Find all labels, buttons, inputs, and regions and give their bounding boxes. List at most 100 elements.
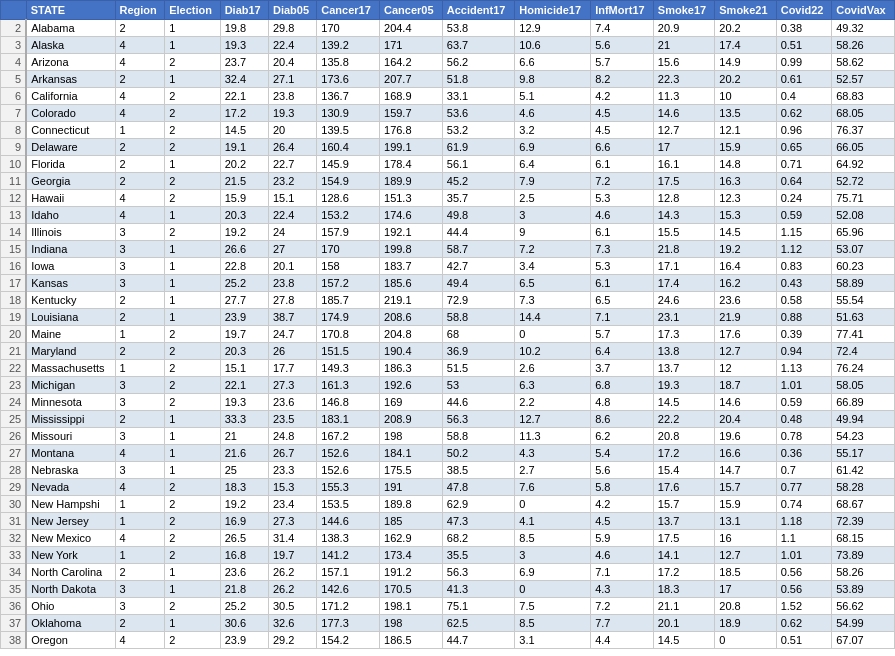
data-cell: 5.1 xyxy=(515,88,591,105)
data-cell: 155.3 xyxy=(317,479,380,496)
data-cell: 19.3 xyxy=(268,105,316,122)
data-cell: 2 xyxy=(165,326,221,343)
column-header-6[interactable]: Cancer17 xyxy=(317,1,380,20)
data-cell: 7.5 xyxy=(515,598,591,615)
data-cell: 3.4 xyxy=(515,258,591,275)
column-header-5[interactable]: Diab05 xyxy=(268,1,316,20)
data-cell: 35.7 xyxy=(442,190,515,207)
state-name: Nevada xyxy=(26,479,115,496)
column-header-13[interactable]: Covid22 xyxy=(776,1,832,20)
data-cell: 16.8 xyxy=(220,547,268,564)
state-name: Alaska xyxy=(26,37,115,54)
data-cell: 189.8 xyxy=(380,496,443,513)
data-cell: 6.5 xyxy=(515,275,591,292)
data-cell: 15.1 xyxy=(268,190,316,207)
data-cell: 26 xyxy=(268,343,316,360)
data-cell: 4.1 xyxy=(515,513,591,530)
data-cell: 2 xyxy=(165,343,221,360)
data-cell: 7.1 xyxy=(591,564,654,581)
data-cell: 68.2 xyxy=(442,530,515,547)
data-cell: 17.5 xyxy=(653,173,714,190)
data-cell: 0.43 xyxy=(776,275,832,292)
data-cell: 5.6 xyxy=(591,37,654,54)
data-cell: 27.3 xyxy=(268,513,316,530)
data-cell: 149.3 xyxy=(317,360,380,377)
data-cell: 183.1 xyxy=(317,411,380,428)
data-cell: 2 xyxy=(115,292,165,309)
data-cell: 6.1 xyxy=(591,275,654,292)
row-number: 30 xyxy=(1,496,27,513)
data-cell: 19.2 xyxy=(715,241,776,258)
column-header-11[interactable]: Smoke17 xyxy=(653,1,714,20)
data-cell: 0.64 xyxy=(776,173,832,190)
data-cell: 1.15 xyxy=(776,224,832,241)
data-cell: 1 xyxy=(165,156,221,173)
data-cell: 22.4 xyxy=(268,207,316,224)
data-cell: 3.1 xyxy=(515,632,591,649)
table-row: 13Idaho4120.322.4153.2174.649.834.614.31… xyxy=(1,207,895,224)
data-cell: 0.78 xyxy=(776,428,832,445)
data-cell: 17.4 xyxy=(653,275,714,292)
data-cell: 23.1 xyxy=(653,309,714,326)
data-cell: 20.8 xyxy=(715,598,776,615)
data-cell: 35.5 xyxy=(442,547,515,564)
data-cell: 33.3 xyxy=(220,411,268,428)
data-cell: 2 xyxy=(165,224,221,241)
data-cell: 14.5 xyxy=(653,632,714,649)
row-number: 36 xyxy=(1,598,27,615)
column-header-8[interactable]: Accident17 xyxy=(442,1,515,20)
table-row: 9Delaware2219.126.4160.4199.161.96.96.61… xyxy=(1,139,895,156)
data-cell: 2 xyxy=(165,88,221,105)
column-header-3[interactable]: Election xyxy=(165,1,221,20)
data-cell: 0.83 xyxy=(776,258,832,275)
data-cell: 4 xyxy=(115,445,165,462)
data-cell: 161.3 xyxy=(317,377,380,394)
data-cell: 189.9 xyxy=(380,173,443,190)
data-cell: 53 xyxy=(442,377,515,394)
data-cell: 20.4 xyxy=(268,54,316,71)
data-cell: 5.9 xyxy=(591,530,654,547)
data-cell: 158 xyxy=(317,258,380,275)
state-name: Colorado xyxy=(26,105,115,122)
data-cell: 175.5 xyxy=(380,462,443,479)
state-name: Illinois xyxy=(26,224,115,241)
data-cell: 170.8 xyxy=(317,326,380,343)
column-header-2[interactable]: Region xyxy=(115,1,165,20)
data-cell: 19.2 xyxy=(220,496,268,513)
data-cell: 64.92 xyxy=(832,156,895,173)
data-cell: 4.3 xyxy=(515,445,591,462)
data-cell: 56.3 xyxy=(442,564,515,581)
column-header-0[interactable] xyxy=(1,1,27,20)
data-cell: 185.6 xyxy=(380,275,443,292)
column-header-9[interactable]: Homicide17 xyxy=(515,1,591,20)
data-cell: 0.51 xyxy=(776,37,832,54)
data-cell: 22.7 xyxy=(268,156,316,173)
data-cell: 22.1 xyxy=(220,377,268,394)
data-cell: 47.3 xyxy=(442,513,515,530)
row-number: 10 xyxy=(1,156,27,173)
data-cell: 1 xyxy=(165,207,221,224)
data-cell: 61.9 xyxy=(442,139,515,156)
column-header-4[interactable]: Diab17 xyxy=(220,1,268,20)
data-table-container[interactable]: STATERegionElectionDiab17Diab05Cancer17C… xyxy=(0,0,895,656)
data-cell: 3 xyxy=(115,377,165,394)
column-header-14[interactable]: CovidVax xyxy=(832,1,895,20)
data-cell: 12.3 xyxy=(715,190,776,207)
data-cell: 136.7 xyxy=(317,88,380,105)
data-cell: 3 xyxy=(515,547,591,564)
column-header-12[interactable]: Smoke21 xyxy=(715,1,776,20)
data-cell: 41.3 xyxy=(442,581,515,598)
data-cell: 157.9 xyxy=(317,224,380,241)
data-cell: 219.1 xyxy=(380,292,443,309)
data-cell: 3 xyxy=(115,241,165,258)
table-row: 12Hawaii4215.915.1128.6151.335.72.55.312… xyxy=(1,190,895,207)
data-cell: 58.8 xyxy=(442,309,515,326)
data-cell: 153.2 xyxy=(317,207,380,224)
data-cell: 3 xyxy=(115,428,165,445)
data-cell: 23.8 xyxy=(268,88,316,105)
column-header-10[interactable]: InfMort17 xyxy=(591,1,654,20)
column-header-1[interactable]: STATE xyxy=(26,1,115,20)
column-header-7[interactable]: Cancer05 xyxy=(380,1,443,20)
data-cell: 20.1 xyxy=(653,615,714,632)
data-cell: 1 xyxy=(165,71,221,88)
